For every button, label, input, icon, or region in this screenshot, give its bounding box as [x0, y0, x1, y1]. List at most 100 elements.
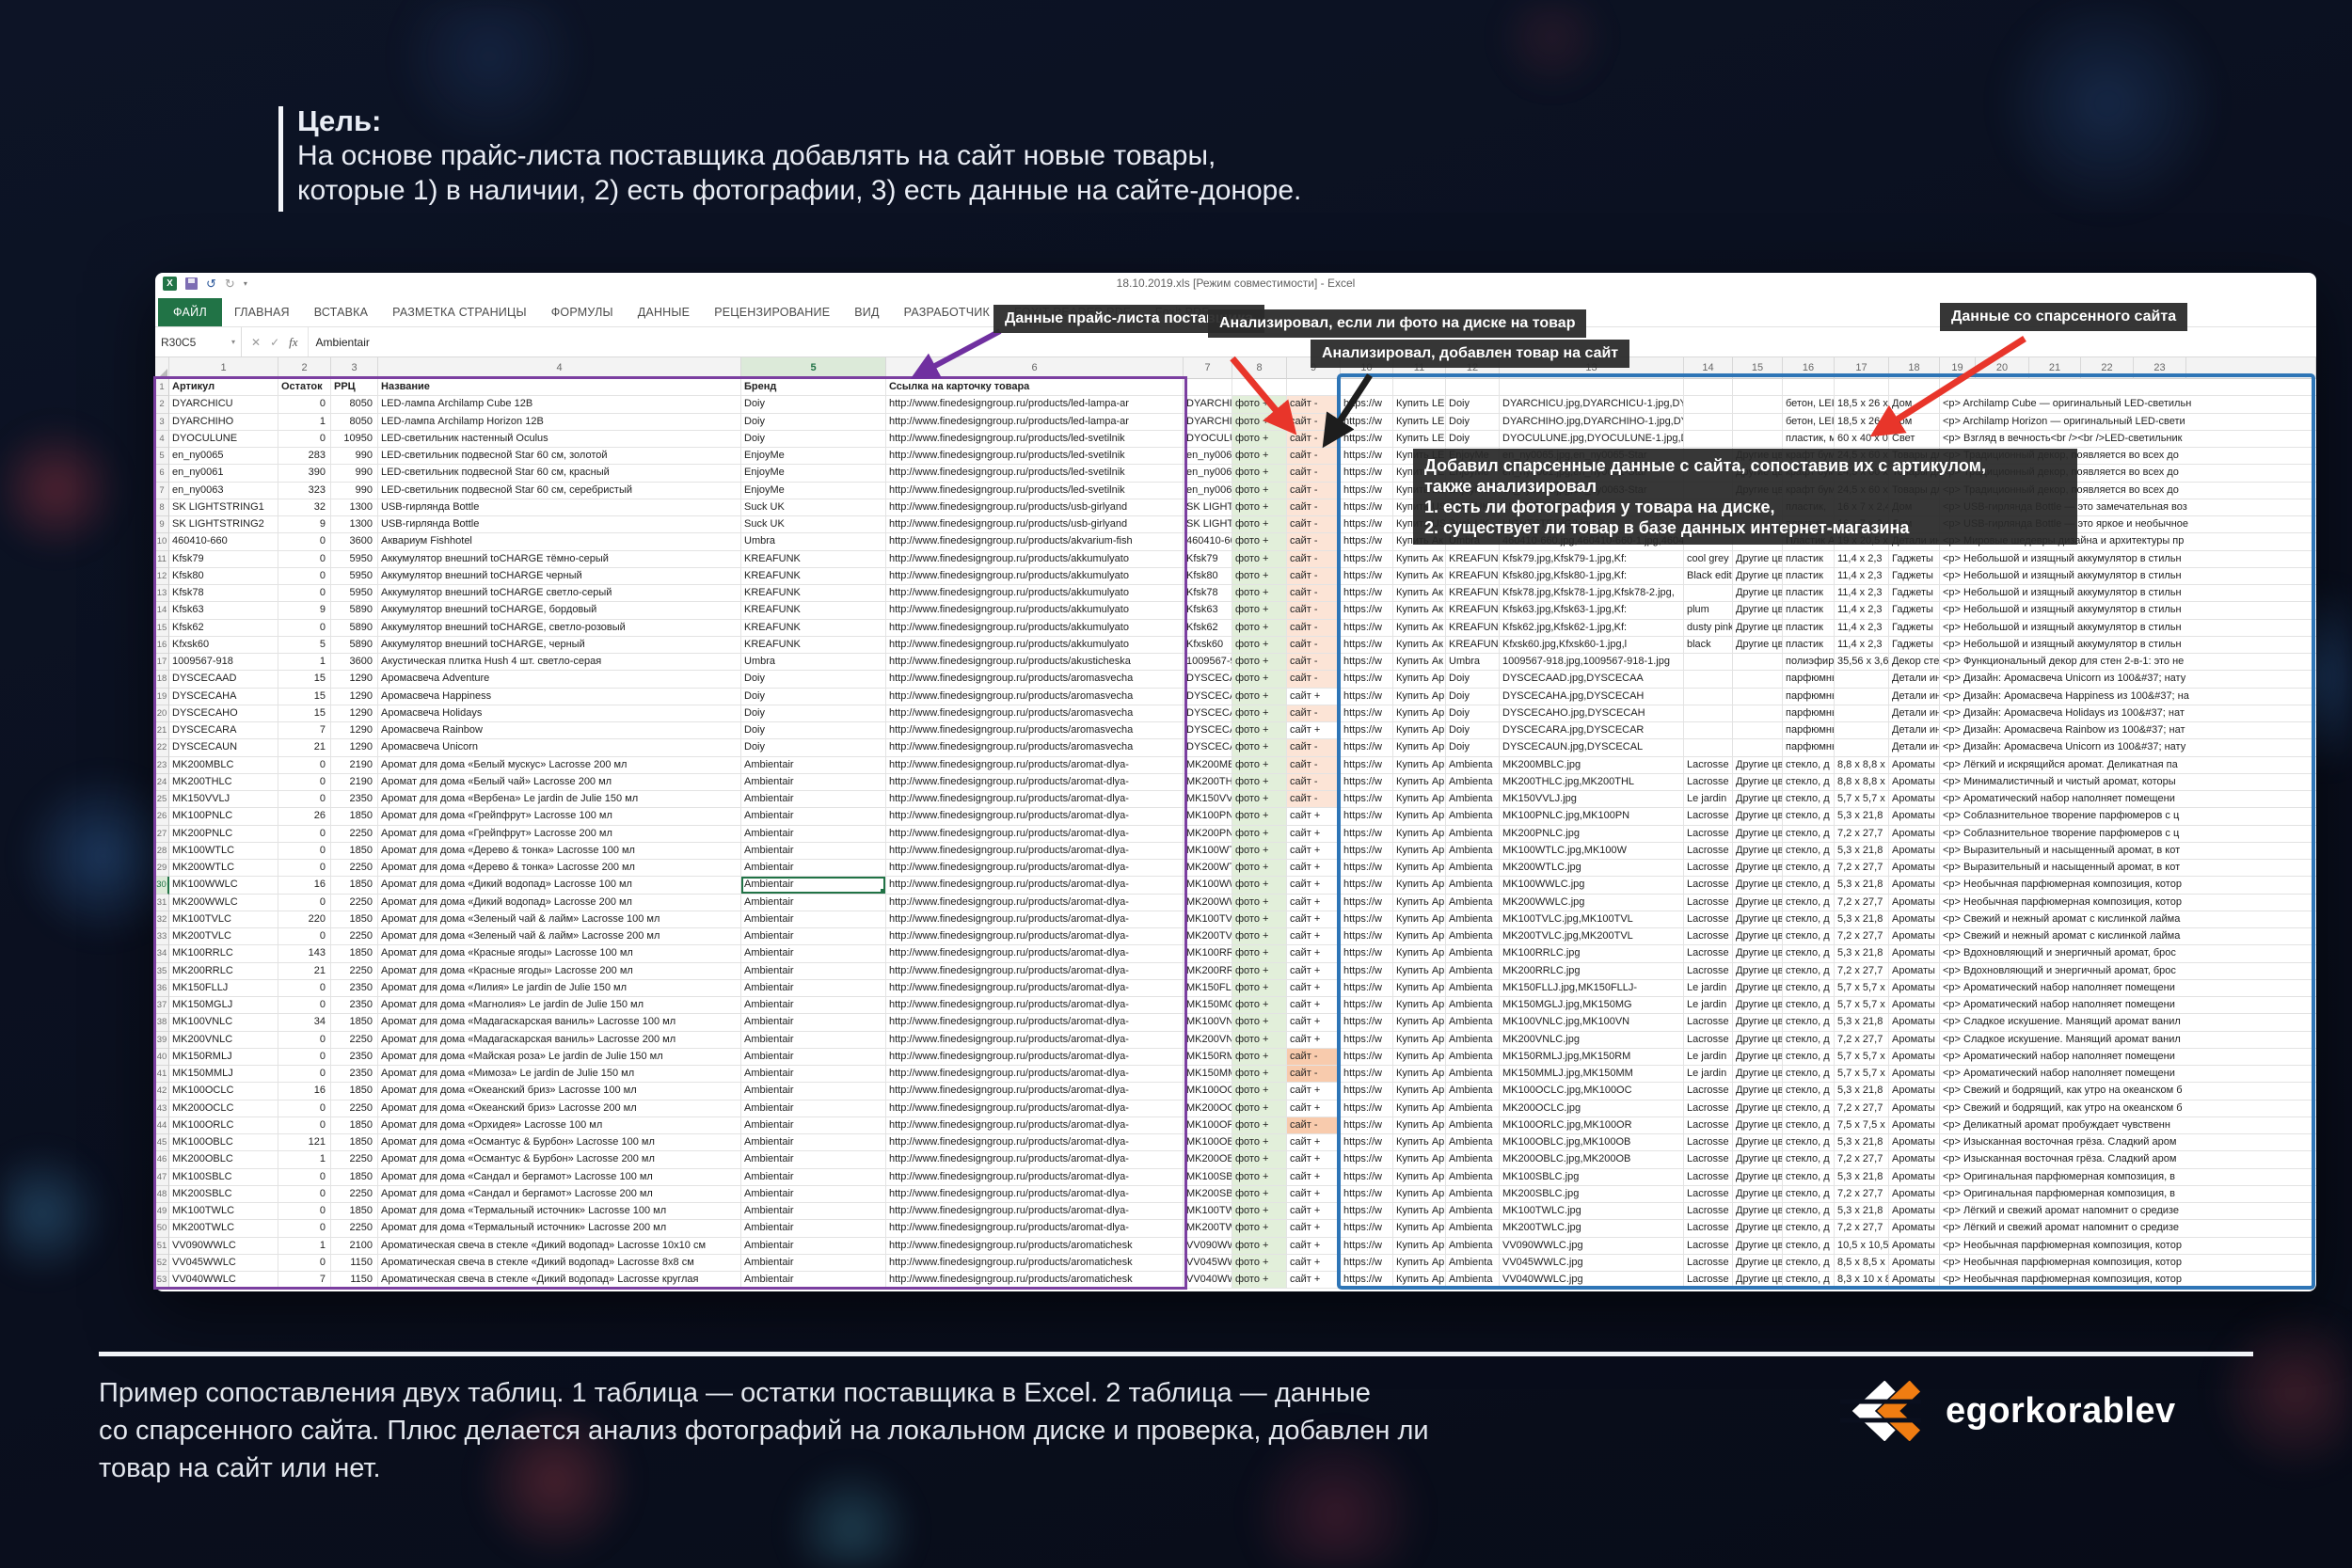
insert-function-icon[interactable]: fx [289, 335, 297, 350]
cell-brand[interactable]: Umbra [741, 533, 886, 551]
row-number[interactable]: 3 [155, 413, 169, 431]
cell-brand[interactable]: Ambientair [741, 773, 886, 791]
cell-article[interactable]: DYSCECARA [169, 722, 278, 740]
cell-photo-flag[interactable]: фото + [1232, 550, 1287, 568]
row-number[interactable]: 37 [155, 997, 169, 1015]
cell-dimensions[interactable]: 7,2 x 27,7 [1835, 1185, 1889, 1203]
cell-photo-flag[interactable]: фото + [1232, 808, 1287, 826]
row-number[interactable]: 8 [155, 499, 169, 516]
cell-description[interactable]: <p> Соблазнительное творение парфюмеров … [1940, 808, 2316, 826]
cell-site-flag[interactable]: сайт + [1287, 1168, 1341, 1186]
cell-category[interactable]: Ароматы [1889, 808, 1940, 826]
cell-product-url[interactable]: http://www.finedesigngroup.ru/products/a… [886, 842, 1184, 860]
cell-other-colors[interactable]: Другие цв [1733, 997, 1783, 1015]
cell-dimensions[interactable]: 7,2 x 27,7 [1835, 1220, 1889, 1238]
cell-stock[interactable]: 26 [278, 808, 331, 826]
cell-description[interactable]: <p> Изысканная восточная грёза. Сладкий … [1940, 1134, 2316, 1152]
cell-variant[interactable] [1684, 413, 1733, 431]
cell-variant[interactable]: Lacrosse ' [1684, 928, 1733, 946]
cell-description[interactable]: <p> Необычная парфюмерная композиция, ко… [1940, 895, 2316, 911]
cell-article[interactable]: MK100OBLC [169, 1134, 278, 1152]
cell-product-url[interactable]: http://www.finedesigngroup.ru/products/a… [886, 636, 1184, 654]
cell-article[interactable]: Kfsk62 [169, 619, 278, 637]
cell-donor-link[interactable]: https://w [1341, 945, 1393, 963]
cell-brand[interactable]: Doiy [741, 688, 886, 705]
cell-stock[interactable]: 0 [278, 979, 331, 997]
cell-other-colors[interactable] [1733, 396, 1783, 414]
cell-donor-link[interactable]: https://w [1341, 1185, 1393, 1203]
cell-article-copy[interactable]: DYSCECAAD [1184, 671, 1232, 689]
cell-brand[interactable]: Ambientair [741, 1134, 886, 1152]
cell-other-colors[interactable]: Другие цв [1733, 1220, 1783, 1238]
cell-other-colors[interactable]: Другие цв [1733, 1254, 1783, 1272]
cell-description[interactable]: <p> Свежий и бодрящий, как утро на океан… [1940, 1101, 2316, 1117]
cell-article[interactable]: MK100TWLC [169, 1203, 278, 1221]
cell-material[interactable]: пластик [1783, 619, 1835, 637]
cell-variant[interactable] [1684, 705, 1733, 722]
cell-brand[interactable]: Ambientair [741, 1083, 886, 1101]
cell-price[interactable]: 2350 [331, 791, 378, 809]
cell-donor-link[interactable]: https://w [1341, 756, 1393, 774]
cell-variant[interactable]: Lacrosse ' [1684, 1168, 1733, 1186]
cell-article-copy[interactable]: 460410-660 [1184, 533, 1232, 551]
cell-donor-brand[interactable]: Doiy [1446, 739, 1500, 757]
cell-brand[interactable]: Umbra [741, 654, 886, 672]
cell-stock[interactable]: 7 [278, 1272, 331, 1290]
cell-dimensions[interactable] [1835, 705, 1889, 722]
cell-donor-brand[interactable]: KREAFUNI [1446, 602, 1500, 620]
cell-material[interactable]: стекло, д [1783, 997, 1835, 1015]
cell-product-url[interactable]: http://www.finedesigngroup.ru/products/a… [886, 756, 1184, 774]
cell-name[interactable]: Аромат для дома «Орхидея» Lacrosse 100 м… [378, 1117, 741, 1134]
cell-price[interactable]: 2190 [331, 773, 378, 791]
cell-donor-brand[interactable]: Ambienta [1446, 1203, 1500, 1221]
cell-photos[interactable]: Kfsk63.jpg,Kfsk63-1.jpg,Kf: [1500, 602, 1684, 620]
cell-material[interactable]: стекло, д [1783, 791, 1835, 809]
cell-photos[interactable]: Kfsk62.jpg,Kfsk62-1.jpg,Kf: [1500, 619, 1684, 637]
cell-description[interactable]: <p> Минималистичный и чистый аромат, кот… [1940, 774, 2316, 791]
cell-description[interactable]: <p> Небольшой и изящный аккумулятор в ст… [1940, 637, 2316, 654]
cell-variant[interactable]: Lacrosse ' [1684, 1254, 1733, 1272]
cell-site-flag[interactable]: сайт - [1287, 1048, 1341, 1066]
cell-price[interactable]: 2250 [331, 1185, 378, 1203]
cell-photo-flag[interactable]: фото + [1232, 636, 1287, 654]
cell-article-copy[interactable]: MK100ORLC [1184, 1117, 1232, 1134]
cell-article[interactable]: VV090WWLC [169, 1237, 278, 1255]
cell-stock[interactable]: 1 [278, 413, 331, 431]
cell-dimensions[interactable]: 5,7 x 5,7 x [1835, 1066, 1889, 1084]
row-number[interactable]: 47 [155, 1168, 169, 1186]
cell-donor-link[interactable]: https://w [1341, 894, 1393, 911]
cell-brand[interactable]: KREAFUNK [741, 567, 886, 585]
cell-article-copy[interactable]: MK150FLLJ [1184, 979, 1232, 997]
cell-donor-link[interactable]: https://w [1341, 482, 1393, 499]
cell-description[interactable]: <p> Лёгкий и свежий аромат напомнит о ср… [1940, 1220, 2316, 1238]
cell-article[interactable]: Kfsk78 [169, 585, 278, 603]
cell-article[interactable]: Kfsk80 [169, 567, 278, 585]
cell-article-copy[interactable]: DYSCECAHA [1184, 688, 1232, 705]
cell-photo-flag[interactable]: фото + [1232, 979, 1287, 997]
cell-photos[interactable]: DYSCECAHA.jpg,DYSCECAH [1500, 688, 1684, 705]
cell-site-flag[interactable]: сайт - [1287, 756, 1341, 774]
cell-category[interactable]: Ароматы [1889, 1014, 1940, 1032]
cell-article-copy[interactable]: MK100WTLC [1184, 842, 1232, 860]
cell-price[interactable]: 1850 [331, 1134, 378, 1152]
cell-product-url[interactable]: http://www.finedesigngroup.ru/products/a… [886, 1237, 1184, 1255]
cell-site-flag[interactable]: сайт - [1287, 1066, 1341, 1084]
cell-name[interactable]: Аромат для дома «Мимоза» Le jardin de Ju… [378, 1066, 741, 1084]
cell-stock[interactable]: 0 [278, 1203, 331, 1221]
cell-material[interactable]: стекло, д [1783, 1066, 1835, 1084]
cell-article-copy[interactable]: MK150MMLJ [1184, 1066, 1232, 1084]
cell-site-flag[interactable]: сайт + [1287, 1100, 1341, 1117]
cell-product-url[interactable]: http://www.finedesigngroup.ru/products/a… [886, 860, 1184, 878]
cell-product-url[interactable]: http://www.finedesigngroup.ru/products/a… [886, 1254, 1184, 1272]
cell-site-flag[interactable]: сайт - [1287, 430, 1341, 448]
cell-site-flag[interactable]: сайт - [1287, 499, 1341, 516]
cell[interactable] [1889, 379, 1940, 397]
row-number[interactable]: 30 [155, 877, 169, 895]
cell-donor-title[interactable]: Купить Ар [1393, 1185, 1446, 1203]
cell-site-flag[interactable]: сайт + [1287, 860, 1341, 878]
cell-article[interactable]: MK150FLLJ [169, 979, 278, 997]
cell-material[interactable]: стекло, д [1783, 1151, 1835, 1169]
cell-product-url[interactable]: http://www.finedesigngroup.ru/products/a… [886, 705, 1184, 722]
cell-product-url[interactable]: http://www.finedesigngroup.ru/products/a… [886, 997, 1184, 1015]
cell-stock[interactable]: 121 [278, 1134, 331, 1152]
